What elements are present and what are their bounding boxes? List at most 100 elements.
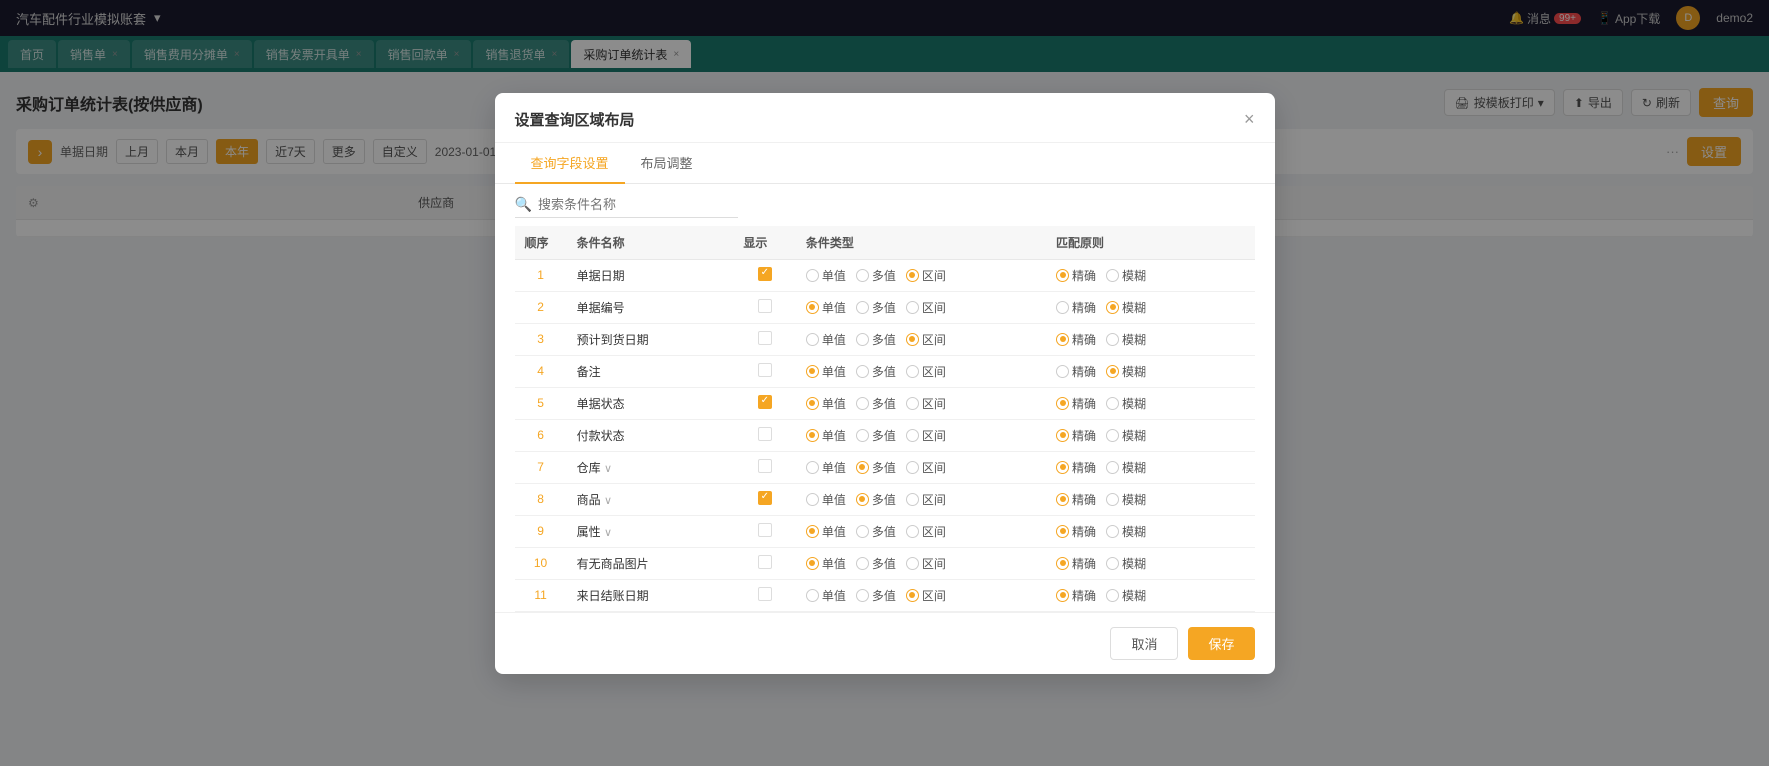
radio-circle-icon: [856, 365, 869, 378]
cell-match: 精确模糊: [1046, 515, 1254, 547]
radio-circle-icon: [1056, 301, 1069, 314]
cell-display[interactable]: [733, 515, 796, 547]
save-button[interactable]: 保存: [1188, 627, 1254, 660]
match-radio-精确[interactable]: 精确: [1056, 395, 1096, 412]
match-radio-精确[interactable]: 精确: [1056, 587, 1096, 604]
search-input[interactable]: [538, 197, 738, 212]
type-radio-多值[interactable]: 多值: [856, 331, 896, 348]
expand-arrow-icon[interactable]: ∨: [604, 527, 612, 539]
match-radio-模糊[interactable]: 模糊: [1106, 363, 1146, 380]
display-checkbox[interactable]: [758, 331, 772, 345]
match-radio-精确[interactable]: 精确: [1056, 299, 1096, 316]
match-radio-模糊[interactable]: 模糊: [1106, 267, 1146, 284]
radio-circle-icon: [806, 365, 819, 378]
match-radio-精确[interactable]: 精确: [1056, 363, 1096, 380]
cell-display[interactable]: [733, 323, 796, 355]
type-radio-单值[interactable]: 单值: [806, 267, 846, 284]
match-radio-精确[interactable]: 精确: [1056, 555, 1096, 572]
display-checkbox[interactable]: [758, 459, 772, 473]
modal-footer: 取消 保存: [495, 612, 1275, 674]
type-radio-区间[interactable]: 区间: [906, 267, 946, 284]
type-radio-多值[interactable]: 多值: [856, 459, 896, 476]
table-row: 5单据状态单值多值区间精确模糊: [515, 387, 1255, 419]
type-radio-单值[interactable]: 单值: [806, 299, 846, 316]
type-radio-区间[interactable]: 区间: [906, 555, 946, 572]
match-radio-精确[interactable]: 精确: [1056, 523, 1096, 540]
type-radio-单值[interactable]: 单值: [806, 331, 846, 348]
modal-overlay[interactable]: 设置查询区域布局 × 查询字段设置 布局调整 🔍 顺序: [0, 0, 1769, 766]
display-checkbox[interactable]: [758, 427, 772, 441]
cell-display[interactable]: [733, 483, 796, 515]
type-radio-单值[interactable]: 单值: [806, 427, 846, 444]
match-radio-模糊[interactable]: 模糊: [1106, 427, 1146, 444]
match-radio-模糊[interactable]: 模糊: [1106, 587, 1146, 604]
display-checkbox[interactable]: [758, 523, 772, 537]
cell-display[interactable]: [733, 579, 796, 611]
type-radio-区间[interactable]: 区间: [906, 491, 946, 508]
display-checkbox[interactable]: [758, 587, 772, 601]
cell-display[interactable]: [733, 451, 796, 483]
type-radio-单值[interactable]: 单值: [806, 395, 846, 412]
radio-circle-icon: [906, 461, 919, 474]
radio-circle-icon: [1106, 301, 1119, 314]
match-radio-精确[interactable]: 精确: [1056, 427, 1096, 444]
display-checkbox[interactable]: [758, 491, 772, 505]
expand-arrow-icon[interactable]: ∨: [604, 463, 612, 475]
cell-display[interactable]: [733, 387, 796, 419]
type-radio-多值[interactable]: 多值: [856, 523, 896, 540]
cell-display[interactable]: [733, 291, 796, 323]
match-radio-模糊[interactable]: 模糊: [1106, 459, 1146, 476]
display-checkbox[interactable]: [758, 363, 772, 377]
type-radio-区间[interactable]: 区间: [906, 299, 946, 316]
type-radio-多值[interactable]: 多值: [856, 587, 896, 604]
type-radio-多值[interactable]: 多值: [856, 555, 896, 572]
match-radio-模糊[interactable]: 模糊: [1106, 395, 1146, 412]
match-radio-模糊[interactable]: 模糊: [1106, 491, 1146, 508]
cell-match: 精确模糊: [1046, 547, 1254, 579]
match-radio-精确[interactable]: 精确: [1056, 459, 1096, 476]
type-radio-区间[interactable]: 区间: [906, 331, 946, 348]
cancel-button[interactable]: 取消: [1110, 627, 1178, 660]
type-radio-多值[interactable]: 多值: [856, 363, 896, 380]
type-radio-区间[interactable]: 区间: [906, 459, 946, 476]
type-radio-单值[interactable]: 单值: [806, 363, 846, 380]
cell-name: 有无商品图片: [567, 547, 734, 579]
type-radio-单值[interactable]: 单值: [806, 587, 846, 604]
radio-circle-icon: [856, 301, 869, 314]
type-radio-单值[interactable]: 单值: [806, 523, 846, 540]
type-radio-单值[interactable]: 单值: [806, 491, 846, 508]
type-radio-区间[interactable]: 区间: [906, 523, 946, 540]
match-radio-精确[interactable]: 精确: [1056, 331, 1096, 348]
type-radio-单值[interactable]: 单值: [806, 555, 846, 572]
radio-circle-icon: [856, 589, 869, 602]
display-checkbox[interactable]: [758, 555, 772, 569]
match-radio-模糊[interactable]: 模糊: [1106, 555, 1146, 572]
display-checkbox[interactable]: [758, 299, 772, 313]
display-checkbox[interactable]: [758, 395, 772, 409]
match-radio-精确[interactable]: 精确: [1056, 491, 1096, 508]
expand-arrow-icon[interactable]: ∨: [604, 495, 612, 507]
match-radio-精确[interactable]: 精确: [1056, 267, 1096, 284]
cell-display[interactable]: [733, 259, 796, 291]
modal-tab-layout[interactable]: 布局调整: [625, 143, 709, 184]
cell-display[interactable]: [733, 419, 796, 451]
type-radio-区间[interactable]: 区间: [906, 427, 946, 444]
radio-circle-icon: [806, 429, 819, 442]
cell-display[interactable]: [733, 355, 796, 387]
type-radio-多值[interactable]: 多值: [856, 267, 896, 284]
display-checkbox[interactable]: [758, 267, 772, 281]
modal-tab-query-fields[interactable]: 查询字段设置: [515, 143, 625, 184]
type-radio-区间[interactable]: 区间: [906, 395, 946, 412]
modal-close-button[interactable]: ×: [1244, 110, 1255, 128]
type-radio-多值[interactable]: 多值: [856, 395, 896, 412]
match-radio-模糊[interactable]: 模糊: [1106, 299, 1146, 316]
type-radio-多值[interactable]: 多值: [856, 299, 896, 316]
match-radio-模糊[interactable]: 模糊: [1106, 331, 1146, 348]
type-radio-区间[interactable]: 区间: [906, 587, 946, 604]
match-radio-模糊[interactable]: 模糊: [1106, 523, 1146, 540]
type-radio-多值[interactable]: 多值: [856, 427, 896, 444]
type-radio-单值[interactable]: 单值: [806, 459, 846, 476]
type-radio-多值[interactable]: 多值: [856, 491, 896, 508]
type-radio-区间[interactable]: 区间: [906, 363, 946, 380]
cell-display[interactable]: [733, 547, 796, 579]
